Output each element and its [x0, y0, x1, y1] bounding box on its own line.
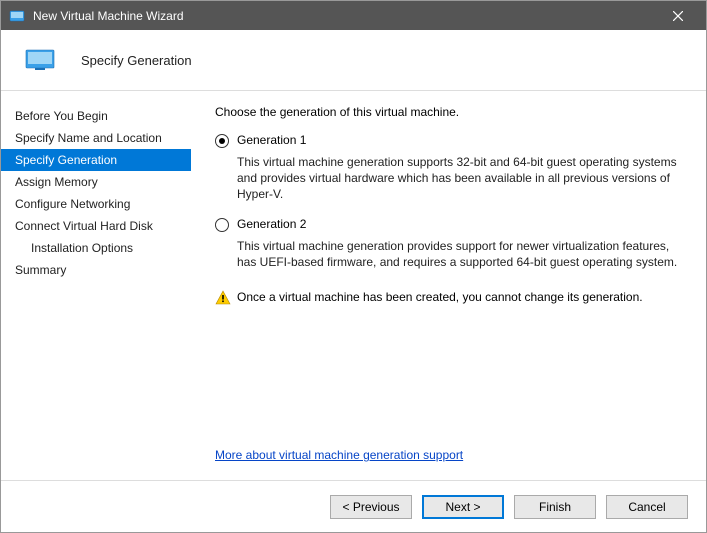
header: Specify Generation — [1, 30, 706, 90]
label-generation-2: Generation 2 — [237, 217, 306, 231]
more-info-link[interactable]: More about virtual machine generation su… — [215, 448, 686, 462]
previous-button[interactable]: < Previous — [330, 495, 412, 519]
cancel-button[interactable]: Cancel — [606, 495, 688, 519]
close-button[interactable] — [658, 1, 698, 30]
body: Before You Begin Specify Name and Locati… — [1, 91, 706, 480]
step-assign-memory[interactable]: Assign Memory — [1, 171, 191, 193]
window-title: New Virtual Machine Wizard — [33, 9, 658, 23]
wizard-window: New Virtual Machine Wizard Specify Gener… — [0, 0, 707, 533]
step-before-you-begin[interactable]: Before You Begin — [1, 105, 191, 127]
warning-icon — [215, 290, 231, 306]
option-generation-2[interactable]: Generation 2 — [215, 217, 686, 232]
header-icon — [25, 48, 57, 72]
close-icon — [673, 11, 683, 21]
step-specify-name-and-location[interactable]: Specify Name and Location — [1, 127, 191, 149]
page-title: Specify Generation — [81, 53, 192, 68]
step-installation-options[interactable]: Installation Options — [1, 237, 191, 259]
label-generation-1: Generation 1 — [237, 133, 306, 147]
desc-generation-1: This virtual machine generation supports… — [237, 154, 686, 203]
titlebar: New Virtual Machine Wizard — [1, 1, 706, 30]
option-generation-1[interactable]: Generation 1 — [215, 133, 686, 148]
content: Choose the generation of this virtual ma… — [191, 91, 706, 480]
step-specify-generation[interactable]: Specify Generation — [1, 149, 191, 171]
step-summary[interactable]: Summary — [1, 259, 191, 281]
desc-generation-2: This virtual machine generation provides… — [237, 238, 686, 270]
warning-row: Once a virtual machine has been created,… — [215, 290, 686, 306]
next-button[interactable]: Next > — [422, 495, 504, 519]
footer: < Previous Next > Finish Cancel — [1, 480, 706, 532]
step-configure-networking[interactable]: Configure Networking — [1, 193, 191, 215]
step-connect-virtual-hard-disk[interactable]: Connect Virtual Hard Disk — [1, 215, 191, 237]
warning-text: Once a virtual machine has been created,… — [237, 290, 643, 304]
prompt-text: Choose the generation of this virtual ma… — [215, 105, 686, 119]
app-icon — [9, 8, 25, 24]
radio-generation-2[interactable] — [215, 218, 229, 232]
finish-button[interactable]: Finish — [514, 495, 596, 519]
sidebar: Before You Begin Specify Name and Locati… — [1, 91, 191, 480]
content-spacer — [215, 306, 686, 448]
radio-generation-1[interactable] — [215, 134, 229, 148]
